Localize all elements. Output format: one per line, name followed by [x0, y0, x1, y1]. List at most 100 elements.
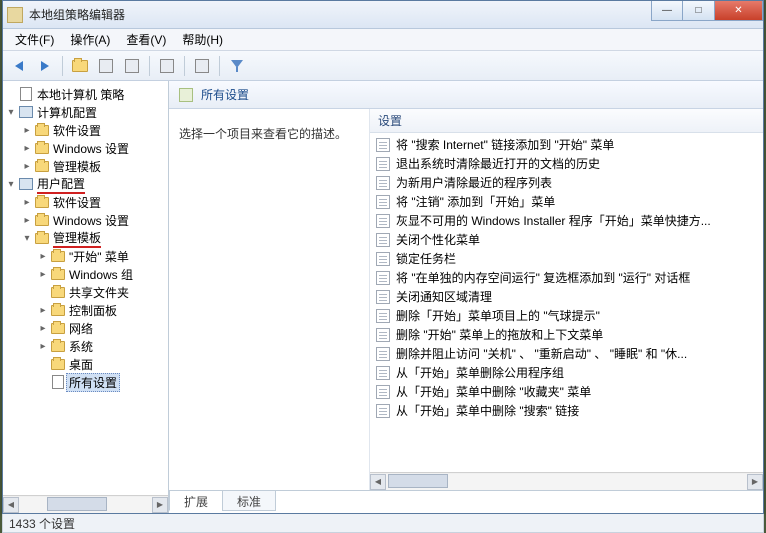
body-area: 本地计算机 策略▾计算机配置▸软件设置▸Windows 设置▸管理模板▾用户配置… — [3, 81, 763, 513]
scroll-left-button[interactable]: ◀ — [3, 497, 19, 513]
list-item[interactable]: 退出系统时清除最近打开的文档的历史 — [370, 154, 763, 173]
tree-label: 桌面 — [69, 356, 93, 373]
tab-extended[interactable]: 扩展 — [169, 491, 223, 511]
tree-row[interactable]: ▾ 计算机配置 — [5, 103, 166, 121]
tree-label: 用户配置 — [37, 175, 85, 194]
list-item[interactable]: 关闭个性化菜单 — [370, 230, 763, 249]
folder-icon — [34, 195, 50, 209]
setting-icon — [376, 366, 390, 380]
tree-row[interactable]: ▸控制面板 — [5, 301, 166, 319]
tree-row[interactable]: ▾管理模板 — [5, 229, 166, 247]
list-item[interactable]: 删除并阻止访问 "关机" 、 "重新启动" 、 "睡眠" 和 "休... — [370, 344, 763, 363]
close-button[interactable]: ✕ — [715, 1, 763, 21]
tree-label: 计算机配置 — [37, 104, 97, 121]
expand-icon[interactable]: ▸ — [37, 251, 49, 262]
tree-row[interactable]: 共享文件夹 — [5, 283, 166, 301]
tree[interactable]: 本地计算机 策略▾计算机配置▸软件设置▸Windows 设置▸管理模板▾用户配置… — [3, 81, 168, 495]
list-scroll-track[interactable] — [386, 474, 747, 490]
tree-label: 软件设置 — [53, 194, 101, 211]
list-scroll-thumb[interactable] — [388, 474, 448, 488]
expand-icon[interactable]: ▸ — [37, 341, 49, 352]
content-title: 所有设置 — [201, 86, 249, 103]
menu-help[interactable]: 帮助(H) — [174, 29, 231, 50]
list-scroll-left-button[interactable]: ◀ — [370, 474, 386, 490]
tree-label: 系统 — [69, 338, 93, 355]
setting-icon — [376, 252, 390, 266]
list-item[interactable]: 关闭通知区域清理 — [370, 287, 763, 306]
scroll-thumb[interactable] — [47, 497, 107, 511]
tree-row[interactable]: ▸ 系统 — [5, 337, 166, 355]
settings-list[interactable]: 将 "搜索 Internet" 链接添加到 "开始" 菜单退出系统时清除最近打开… — [370, 133, 763, 472]
show-hide-tree-button[interactable] — [94, 54, 118, 78]
export-button[interactable] — [120, 54, 144, 78]
list-hscroll[interactable]: ◀ ▶ — [370, 472, 763, 490]
tree-row[interactable]: ▾ 用户配置 — [5, 175, 166, 193]
tree-pane: 本地计算机 策略▾计算机配置▸软件设置▸Windows 设置▸管理模板▾用户配置… — [3, 81, 169, 513]
tree-row[interactable]: ▸ 软件设置 — [5, 193, 166, 211]
expand-icon[interactable]: ▸ — [21, 215, 33, 226]
tree-row[interactable]: ▸网络 — [5, 319, 166, 337]
collapse-icon[interactable]: ▾ — [21, 233, 33, 244]
setting-label: 关闭个性化菜单 — [396, 231, 480, 248]
tab-standard[interactable]: 标准 — [222, 491, 276, 511]
list-item[interactable]: 灰显不可用的 Windows Installer 程序「开始」菜单快捷方... — [370, 211, 763, 230]
expand-icon[interactable]: ▸ — [37, 305, 49, 316]
folder-up-icon — [72, 60, 88, 72]
help-button[interactable] — [155, 54, 179, 78]
expand-icon[interactable]: ▸ — [37, 269, 49, 280]
setting-label: 关闭通知区域清理 — [396, 288, 492, 305]
menu-view[interactable]: 查看(V) — [118, 29, 174, 50]
all-settings-icon — [50, 375, 66, 389]
props-button[interactable] — [190, 54, 214, 78]
setting-label: 锁定任务栏 — [396, 250, 456, 267]
list-item[interactable]: 从「开始」菜单删除公用程序组 — [370, 363, 763, 382]
tree-label: 所有设置 — [66, 373, 120, 392]
tree-row[interactable]: ▸"开始" 菜单 — [5, 247, 166, 265]
tree-label: 软件设置 — [53, 122, 101, 139]
expand-icon[interactable]: ▸ — [37, 323, 49, 334]
expand-icon[interactable]: ▸ — [21, 125, 33, 136]
folder-icon — [50, 303, 66, 317]
menu-file[interactable]: 文件(F) — [7, 29, 62, 50]
collapse-icon[interactable]: ▾ — [5, 107, 17, 118]
tree-row[interactable]: 本地计算机 策略 — [5, 85, 166, 103]
scroll-right-button[interactable]: ▶ — [152, 497, 168, 513]
menu-action[interactable]: 操作(A) — [62, 29, 118, 50]
expand-icon[interactable]: ▸ — [21, 143, 33, 154]
filter-button[interactable] — [225, 54, 249, 78]
collapse-icon[interactable]: ▾ — [5, 179, 17, 190]
list-item[interactable]: 将 "在单独的内存空间运行" 复选框添加到 "运行" 对话框 — [370, 268, 763, 287]
window-title: 本地组策略编辑器 — [29, 6, 759, 23]
list-item[interactable]: 将 "搜索 Internet" 链接添加到 "开始" 菜单 — [370, 135, 763, 154]
maximize-button[interactable]: □ — [683, 1, 715, 21]
expand-icon[interactable]: ▸ — [21, 161, 33, 172]
props-icon — [195, 59, 209, 73]
titlebar[interactable]: 本地组策略编辑器 ― □ ✕ — [3, 1, 763, 29]
list-item[interactable]: 锁定任务栏 — [370, 249, 763, 268]
tree-row[interactable]: 所有设置 — [5, 373, 166, 391]
list-item[interactable]: 为新用户清除最近的程序列表 — [370, 173, 763, 192]
minimize-button[interactable]: ― — [651, 1, 683, 21]
tree-row[interactable]: ▸Windows 设置 — [5, 211, 166, 229]
column-header-setting[interactable]: 设置 — [370, 109, 763, 133]
list-item[interactable]: 将 "注销" 添加到「开始」菜单 — [370, 192, 763, 211]
up-folder-button[interactable] — [68, 54, 92, 78]
back-button[interactable] — [7, 54, 31, 78]
setting-icon — [376, 309, 390, 323]
tree-row[interactable]: 桌面 — [5, 355, 166, 373]
tree-row[interactable]: ▸管理模板 — [5, 157, 166, 175]
list-item[interactable]: 删除「开始」菜单项目上的 "气球提示" — [370, 306, 763, 325]
tree-row[interactable]: ▸Windows 组 — [5, 265, 166, 283]
list-scroll-right-button[interactable]: ▶ — [747, 474, 763, 490]
content-header: 所有设置 — [169, 81, 763, 109]
list-item[interactable]: 从「开始」菜单中删除 "收藏夹" 菜单 — [370, 382, 763, 401]
scroll-track[interactable] — [19, 497, 152, 513]
list-item[interactable]: 从「开始」菜单中删除 "搜索" 链接 — [370, 401, 763, 420]
tree-hscroll[interactable]: ◀ ▶ — [3, 495, 168, 513]
tree-row[interactable]: ▸ 软件设置 — [5, 121, 166, 139]
folder-icon — [50, 249, 66, 263]
forward-button[interactable] — [33, 54, 57, 78]
tree-row[interactable]: ▸Windows 设置 — [5, 139, 166, 157]
expand-icon[interactable]: ▸ — [21, 197, 33, 208]
list-item[interactable]: 删除 "开始" 菜单上的拖放和上下文菜单 — [370, 325, 763, 344]
